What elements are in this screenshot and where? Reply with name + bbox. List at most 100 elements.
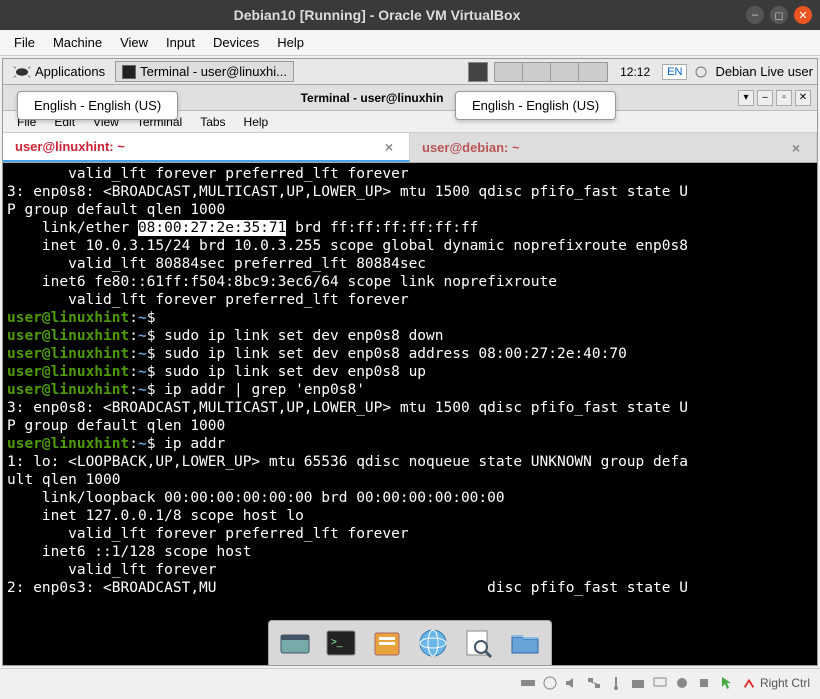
- terminal-line: inet6 fe80::61ff:f504:8bc9:3ec6/64 scope…: [7, 273, 813, 291]
- terminal-minimize-button[interactable]: –: [757, 90, 773, 106]
- maximize-button[interactable]: ◻: [770, 6, 788, 24]
- vbox-window-controls: – ◻ ✕: [746, 6, 812, 24]
- xfce-dock: >_: [268, 620, 552, 665]
- terminal-line: ult qlen 1000: [7, 471, 813, 489]
- workspace-4[interactable]: [579, 63, 607, 81]
- web-browser-icon: [417, 627, 449, 659]
- display-icon[interactable]: [652, 675, 668, 691]
- terminal-line: valid_lft 80884sec preferred_lft 80884se…: [7, 255, 813, 273]
- terminal-line: link/loopback 00:00:00:00:00:00 brd 00:0…: [7, 489, 813, 507]
- host-key-indicator[interactable]: Right Ctrl: [742, 676, 810, 690]
- keyboard-layout-indicator[interactable]: EN: [662, 64, 687, 80]
- notification-icon[interactable]: [693, 64, 709, 80]
- terminal-icon: [122, 65, 136, 79]
- tab-close-icon[interactable]: ×: [381, 139, 397, 155]
- terminal-line: 3: enp0s8: <BROADCAST,MULTICAST,UP,LOWER…: [7, 399, 813, 417]
- terminal-output[interactable]: valid_lft forever preferred_lft forever3…: [3, 163, 817, 665]
- dock-folder[interactable]: [507, 625, 543, 661]
- host-key-label: Right Ctrl: [760, 676, 810, 690]
- workspace-1[interactable]: [495, 63, 523, 81]
- applications-menu[interactable]: Applications: [7, 62, 111, 81]
- task-title: Terminal - user@linuxhi...: [140, 64, 287, 79]
- close-button[interactable]: ✕: [794, 6, 812, 24]
- term-menu-tabs[interactable]: Tabs: [192, 113, 233, 131]
- terminal-line: user@linuxhint:~$ sudo ip link set dev e…: [7, 327, 813, 345]
- user-label[interactable]: Debian Live user: [715, 64, 813, 79]
- terminal-shade-button[interactable]: ▾: [738, 90, 754, 106]
- terminal-tab-1[interactable]: user@linuxhint: ~ ×: [3, 133, 410, 162]
- language-tooltip-left: English - English (US): [17, 91, 178, 120]
- vbox-menu-input[interactable]: Input: [158, 32, 203, 53]
- dock-terminal[interactable]: >_: [323, 625, 359, 661]
- guest-display: Applications Terminal - user@linuxhi... …: [2, 58, 818, 666]
- terminal-line: valid_lft forever preferred_lft forever: [7, 165, 813, 183]
- folder-icon: [509, 627, 541, 659]
- minimize-button[interactable]: –: [746, 6, 764, 24]
- taskbar-item-terminal[interactable]: Terminal - user@linuxhi...: [115, 61, 294, 82]
- terminal-line: P group default qlen 1000: [7, 417, 813, 435]
- dock-web-browser[interactable]: [415, 625, 451, 661]
- dock-magnifier[interactable]: [461, 625, 497, 661]
- terminal-line: 3: enp0s8: <BROADCAST,MULTICAST,UP,LOWER…: [7, 183, 813, 201]
- vbox-menu-devices[interactable]: Devices: [205, 32, 267, 53]
- terminal-line: user@linuxhint:~$ sudo ip link set dev e…: [7, 363, 813, 381]
- tray-icon[interactable]: [468, 62, 488, 82]
- vbox-statusbar: Right Ctrl: [0, 668, 820, 696]
- optical-icon[interactable]: [542, 675, 558, 691]
- terminal-line: inet 127.0.0.1/8 scope host lo: [7, 507, 813, 525]
- terminal-tabs: user@linuxhint: ~ × user@debian: ~ ×: [3, 133, 817, 163]
- terminal-line: user@linuxhint:~$ sudo ip link set dev e…: [7, 345, 813, 363]
- show-desktop-icon: [279, 627, 311, 659]
- magnifier-icon: [463, 627, 495, 659]
- terminal-line: link/ether 08:00:27:2e:35:71 brd ff:ff:f…: [7, 219, 813, 237]
- term-menu-help[interactable]: Help: [236, 113, 277, 131]
- language-tooltip-right: English - English (US): [455, 91, 616, 120]
- workspace-3[interactable]: [551, 63, 579, 81]
- tab-label: user@linuxhint: ~: [15, 139, 125, 154]
- clock[interactable]: 12:12: [614, 65, 656, 79]
- applications-label: Applications: [35, 64, 105, 79]
- vbox-menu-machine[interactable]: Machine: [45, 32, 110, 53]
- workspace-switcher[interactable]: [494, 62, 608, 82]
- terminal-line: user@linuxhint:~$ ip addr: [7, 435, 813, 453]
- cpu-icon[interactable]: [696, 675, 712, 691]
- terminal-icon: >_: [325, 627, 357, 659]
- tab-close-icon[interactable]: ×: [788, 140, 804, 156]
- workspace-2[interactable]: [523, 63, 551, 81]
- vbox-status-icons: [520, 675, 734, 691]
- terminal-line: user@linuxhint:~$: [7, 309, 813, 327]
- file-manager-icon: [371, 627, 403, 659]
- terminal-maximize-button[interactable]: ▫: [776, 90, 792, 106]
- dock-show-desktop[interactable]: [277, 625, 313, 661]
- terminal-window: Terminal - user@linuxhin ▾ – ▫ ✕ File Ed…: [3, 85, 817, 665]
- vbox-titlebar: Debian10 [Running] - Oracle VM VirtualBo…: [0, 0, 820, 30]
- keyboard-icon: [742, 676, 756, 690]
- xfce-top-panel: Applications Terminal - user@linuxhi... …: [3, 59, 817, 85]
- recording-icon[interactable]: [674, 675, 690, 691]
- vbox-menu-file[interactable]: File: [6, 32, 43, 53]
- terminal-line: valid_lft forever: [7, 561, 813, 579]
- terminal-line: valid_lft forever preferred_lft forever: [7, 291, 813, 309]
- svg-text:>_: >_: [331, 637, 343, 648]
- vbox-menu-help[interactable]: Help: [269, 32, 312, 53]
- terminal-line: inet 10.0.3.15/24 brd 10.0.3.255 scope g…: [7, 237, 813, 255]
- dock-file-manager[interactable]: [369, 625, 405, 661]
- terminal-line: valid_lft forever preferred_lft forever: [7, 525, 813, 543]
- tab-label: user@debian: ~: [422, 140, 520, 155]
- mouse-integration-icon[interactable]: [718, 675, 734, 691]
- hdd-icon[interactable]: [520, 675, 536, 691]
- network-icon[interactable]: [586, 675, 602, 691]
- shared-folder-icon[interactable]: [630, 675, 646, 691]
- xfce-logo-icon: [13, 65, 31, 79]
- terminal-tab-2[interactable]: user@debian: ~ ×: [410, 133, 817, 162]
- terminal-line: 1: lo: <LOOPBACK,UP,LOWER_UP> mtu 65536 …: [7, 453, 813, 471]
- system-tray: 12:12 EN Debian Live user: [468, 62, 813, 82]
- audio-icon[interactable]: [564, 675, 580, 691]
- vbox-menu-view[interactable]: View: [112, 32, 156, 53]
- vbox-window-title: Debian10 [Running] - Oracle VM VirtualBo…: [8, 7, 746, 23]
- vbox-menubar: File Machine View Input Devices Help: [0, 30, 820, 56]
- usb-icon[interactable]: [608, 675, 624, 691]
- terminal-close-button[interactable]: ✕: [795, 90, 811, 106]
- terminal-line: P group default qlen 1000: [7, 201, 813, 219]
- terminal-line: 2: enp0s3: <BROADCAST,MU disc pfifo_fast…: [7, 579, 813, 597]
